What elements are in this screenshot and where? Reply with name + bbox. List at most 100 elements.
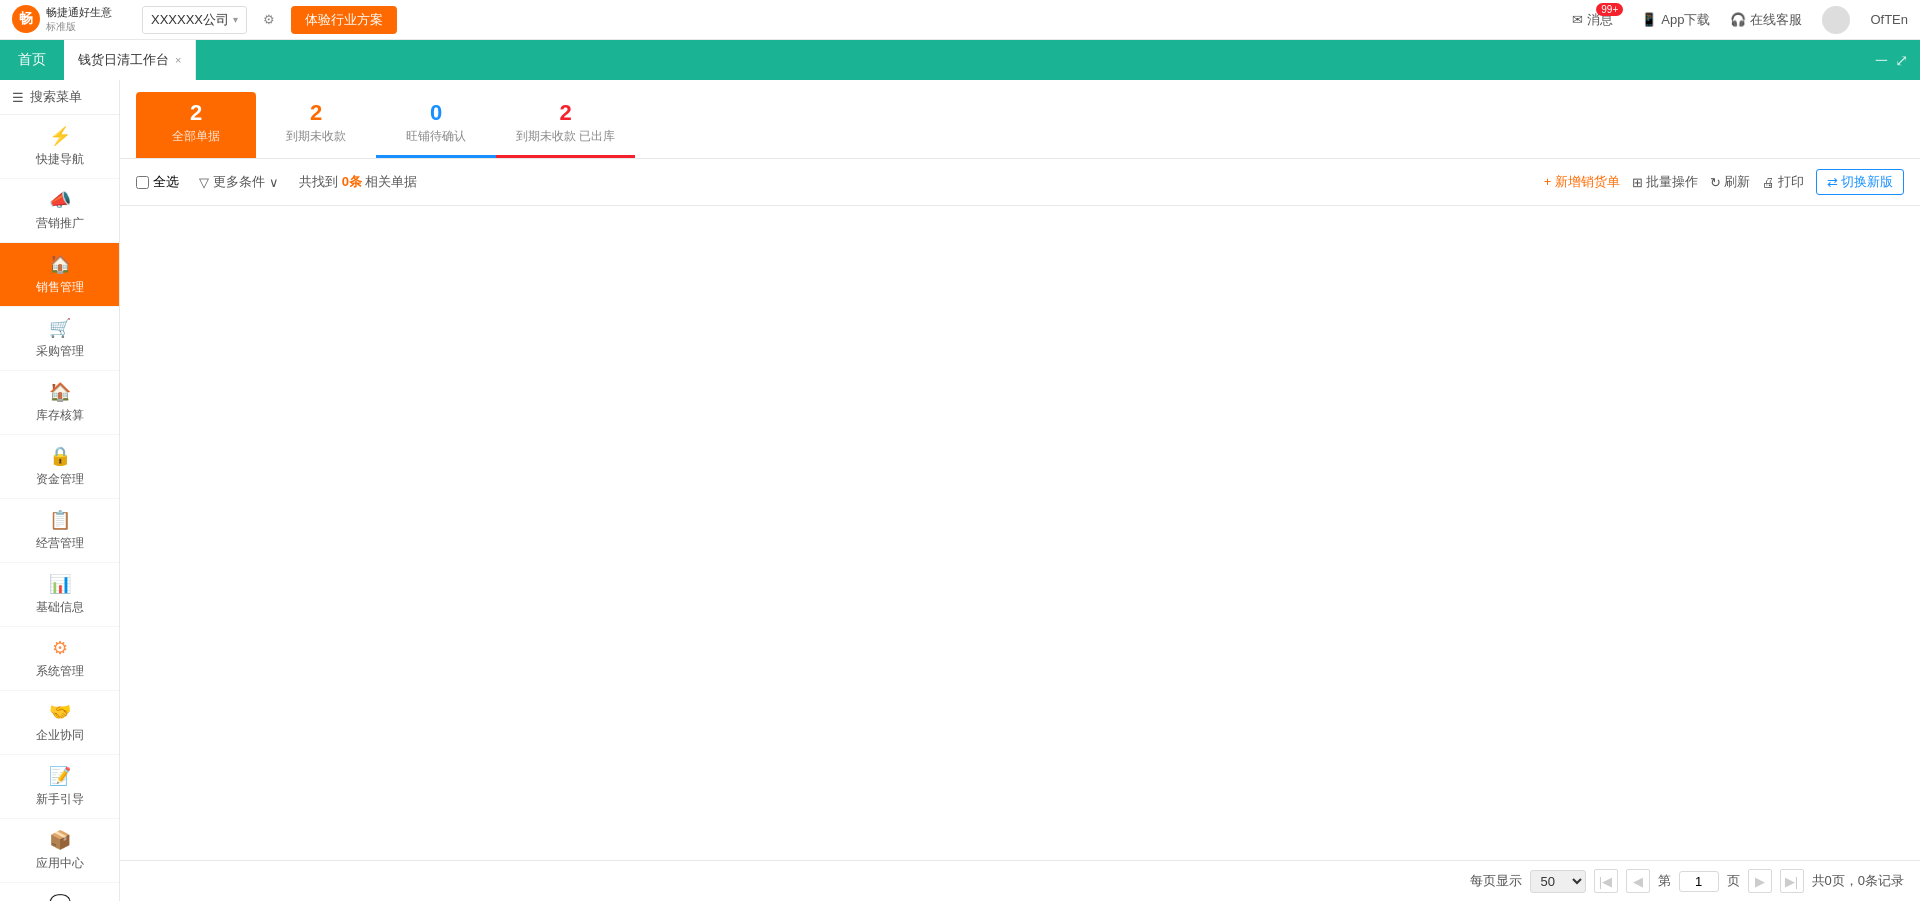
company-selector[interactable]: XXXXXX公司 ▾ <box>142 6 247 34</box>
empty-state <box>120 206 1920 860</box>
select-all-checkbox[interactable]: 全选 <box>136 173 179 191</box>
database-icon: 📊 <box>49 573 71 595</box>
experience-btn[interactable]: 体验行业方案 <box>291 6 397 34</box>
filter-icon: ▽ <box>199 175 209 190</box>
print-button[interactable]: 🖨 打印 <box>1762 173 1804 191</box>
print-icon: 🖨 <box>1762 175 1775 190</box>
sidebar-item-inventory[interactable]: 🏠 库存核算 <box>0 371 119 435</box>
package-icon: 📦 <box>49 829 71 851</box>
content-area: 2 全部单据 2 到期未收款 0 旺铺待确认 2 到期未收款 已出库 <box>120 80 1920 901</box>
stat-label-pending: 旺铺待确认 <box>396 128 476 145</box>
select-all-label: 全选 <box>153 173 179 191</box>
search-icon: ☰ <box>12 90 24 105</box>
sidebar-item-search-menu[interactable]: ☰ 搜索菜单 <box>0 80 119 115</box>
sidebar-label: 企业协同 <box>36 727 84 744</box>
stat-tab-all[interactable]: 2 全部单据 <box>136 92 256 158</box>
sidebar-item-finance[interactable]: 🔒 资金管理 <box>0 435 119 499</box>
report-icon: 📋 <box>49 509 71 531</box>
wechat-icon: 💬 <box>49 893 71 901</box>
tab-bar: 首页 钱货日清工作台 × ─ ⤢ <box>0 40 1920 80</box>
cart-icon: 🛒 <box>49 317 71 339</box>
main-layout: ☰ 搜索菜单 ⚡ 快捷导航 📣 营销推广 🏠 销售管理 🛒 采购管理 🏠 库存核… <box>0 80 1920 901</box>
page-suffix: 页 <box>1727 872 1740 890</box>
sidebar-label: 经营管理 <box>36 535 84 552</box>
handshake-icon: 🤝 <box>49 701 71 723</box>
app-download-button[interactable]: 📱 App下载 <box>1641 11 1710 29</box>
lightning-icon: ⚡ <box>49 125 71 147</box>
header-right: ✉ 消息 99+ 📱 App下载 🎧 在线客服 OfTEn <box>1572 6 1908 34</box>
online-service-label: 在线客服 <box>1750 11 1802 29</box>
stat-tab-pending[interactable]: 0 旺铺待确认 <box>376 92 496 158</box>
switch-label: 切换新版 <box>1841 173 1893 191</box>
sidebar-item-system[interactable]: ⚙ 系统管理 <box>0 627 119 691</box>
sidebar-item-coop[interactable]: 🤝 企业协同 <box>0 691 119 755</box>
select-all-input[interactable] <box>136 176 149 189</box>
sidebar-item-guide[interactable]: 📝 新手引导 <box>0 755 119 819</box>
refresh-button[interactable]: ↻ 刷新 <box>1710 173 1750 191</box>
switch-icon: ⇄ <box>1827 175 1838 190</box>
found-suffix: 相关单据 <box>365 174 417 189</box>
company-name: XXXXXX公司 <box>151 11 229 29</box>
close-tab-icon[interactable]: × <box>175 54 181 66</box>
filter-button[interactable]: ▽ 更多条件 ∨ <box>191 169 287 195</box>
message-button[interactable]: ✉ 消息 99+ <box>1572 11 1613 29</box>
stat-tab-shipped[interactable]: 2 到期未收款 已出库 <box>496 92 635 158</box>
total-text: 共0页，0条记录 <box>1812 872 1904 890</box>
settings-button[interactable]: ⚙ <box>255 6 283 34</box>
sidebar-item-quick-nav[interactable]: ⚡ 快捷导航 <box>0 115 119 179</box>
shop-icon: 🏠 <box>49 253 71 275</box>
sidebar-label: 应用中心 <box>36 855 84 872</box>
sidebar-item-sales[interactable]: 🏠 销售管理 <box>0 243 119 307</box>
sidebar-item-marketing[interactable]: 📣 营销推广 <box>0 179 119 243</box>
page-input[interactable] <box>1679 871 1719 892</box>
last-page-button[interactable]: ▶| <box>1780 869 1804 893</box>
refresh-icon: ↻ <box>1710 175 1721 190</box>
tab-minimize-icon[interactable]: ─ <box>1876 51 1887 69</box>
sidebar-item-base-info[interactable]: 📊 基础信息 <box>0 563 119 627</box>
filter-label: 更多条件 <box>213 173 265 191</box>
lock-icon: 🔒 <box>49 445 71 467</box>
add-order-button[interactable]: + 新增销货单 <box>1544 173 1620 191</box>
sidebar-item-app-center[interactable]: 📦 应用中心 <box>0 819 119 883</box>
chevron-filter-icon: ∨ <box>269 175 279 190</box>
stat-label-all: 全部单据 <box>156 128 236 145</box>
sidebar-item-purchase[interactable]: 🛒 采购管理 <box>0 307 119 371</box>
avatar[interactable] <box>1822 6 1850 34</box>
megaphone-icon: 📣 <box>49 189 71 211</box>
sidebar-label: 营销推广 <box>36 215 84 232</box>
switch-version-button[interactable]: ⇄ 切换新版 <box>1816 169 1904 195</box>
tab-label: 钱货日清工作台 <box>78 51 169 69</box>
pagination: 每页显示 50 100 200 |◀ ◀ 第 页 ▶ ▶| 共0页，0条记录 <box>120 860 1920 901</box>
logo-area: 畅 畅捷通好生意 标准版 <box>12 5 132 33</box>
logo-icon: 畅 <box>12 5 40 33</box>
tab-maximize-icon[interactable]: ⤢ <box>1895 51 1908 70</box>
print-label: 打印 <box>1778 173 1804 191</box>
prev-page-button[interactable]: ◀ <box>1626 869 1650 893</box>
sidebar-item-operation[interactable]: 📋 经营管理 <box>0 499 119 563</box>
first-page-button[interactable]: |◀ <box>1594 869 1618 893</box>
top-header: 畅 畅捷通好生意 标准版 XXXXXX公司 ▾ ⚙ 体验行业方案 ✉ 消息 99… <box>0 0 1920 40</box>
sidebar-label: 采购管理 <box>36 343 84 360</box>
online-service-button[interactable]: 🎧 在线客服 <box>1730 11 1802 29</box>
sidebar-search-label: 搜索菜单 <box>30 88 82 106</box>
found-text: 共找到 0条 相关单据 <box>299 173 417 191</box>
tab-home[interactable]: 首页 <box>0 40 64 80</box>
sidebar-label: 快捷导航 <box>36 151 84 168</box>
sidebar-label: 新手引导 <box>36 791 84 808</box>
sidebar-label: 基础信息 <box>36 599 84 616</box>
toolbar-right: + 新增销货单 ⊞ 批量操作 ↻ 刷新 🖨 打印 ⇄ 切换新版 <box>1544 169 1904 195</box>
stat-num-pending: 0 <box>396 100 476 126</box>
page-size-select[interactable]: 50 100 200 <box>1530 870 1586 893</box>
sidebar-label: 销售管理 <box>36 279 84 296</box>
stat-num-shipped: 2 <box>516 100 615 126</box>
tab-qianghuo[interactable]: 钱货日清工作台 × <box>64 40 196 80</box>
gear-icon: ⚙ <box>263 12 275 27</box>
sidebar-label: 资金管理 <box>36 471 84 488</box>
next-page-button[interactable]: ▶ <box>1748 869 1772 893</box>
sidebar-item-wechat[interactable]: 💬 企业微信 <box>0 883 119 901</box>
stat-tab-overdue[interactable]: 2 到期未收款 <box>256 92 376 158</box>
refresh-label: 刷新 <box>1724 173 1750 191</box>
batch-operation-button[interactable]: ⊞ 批量操作 <box>1632 173 1698 191</box>
message-icon: ✉ <box>1572 12 1583 27</box>
stat-num-overdue: 2 <box>276 100 356 126</box>
